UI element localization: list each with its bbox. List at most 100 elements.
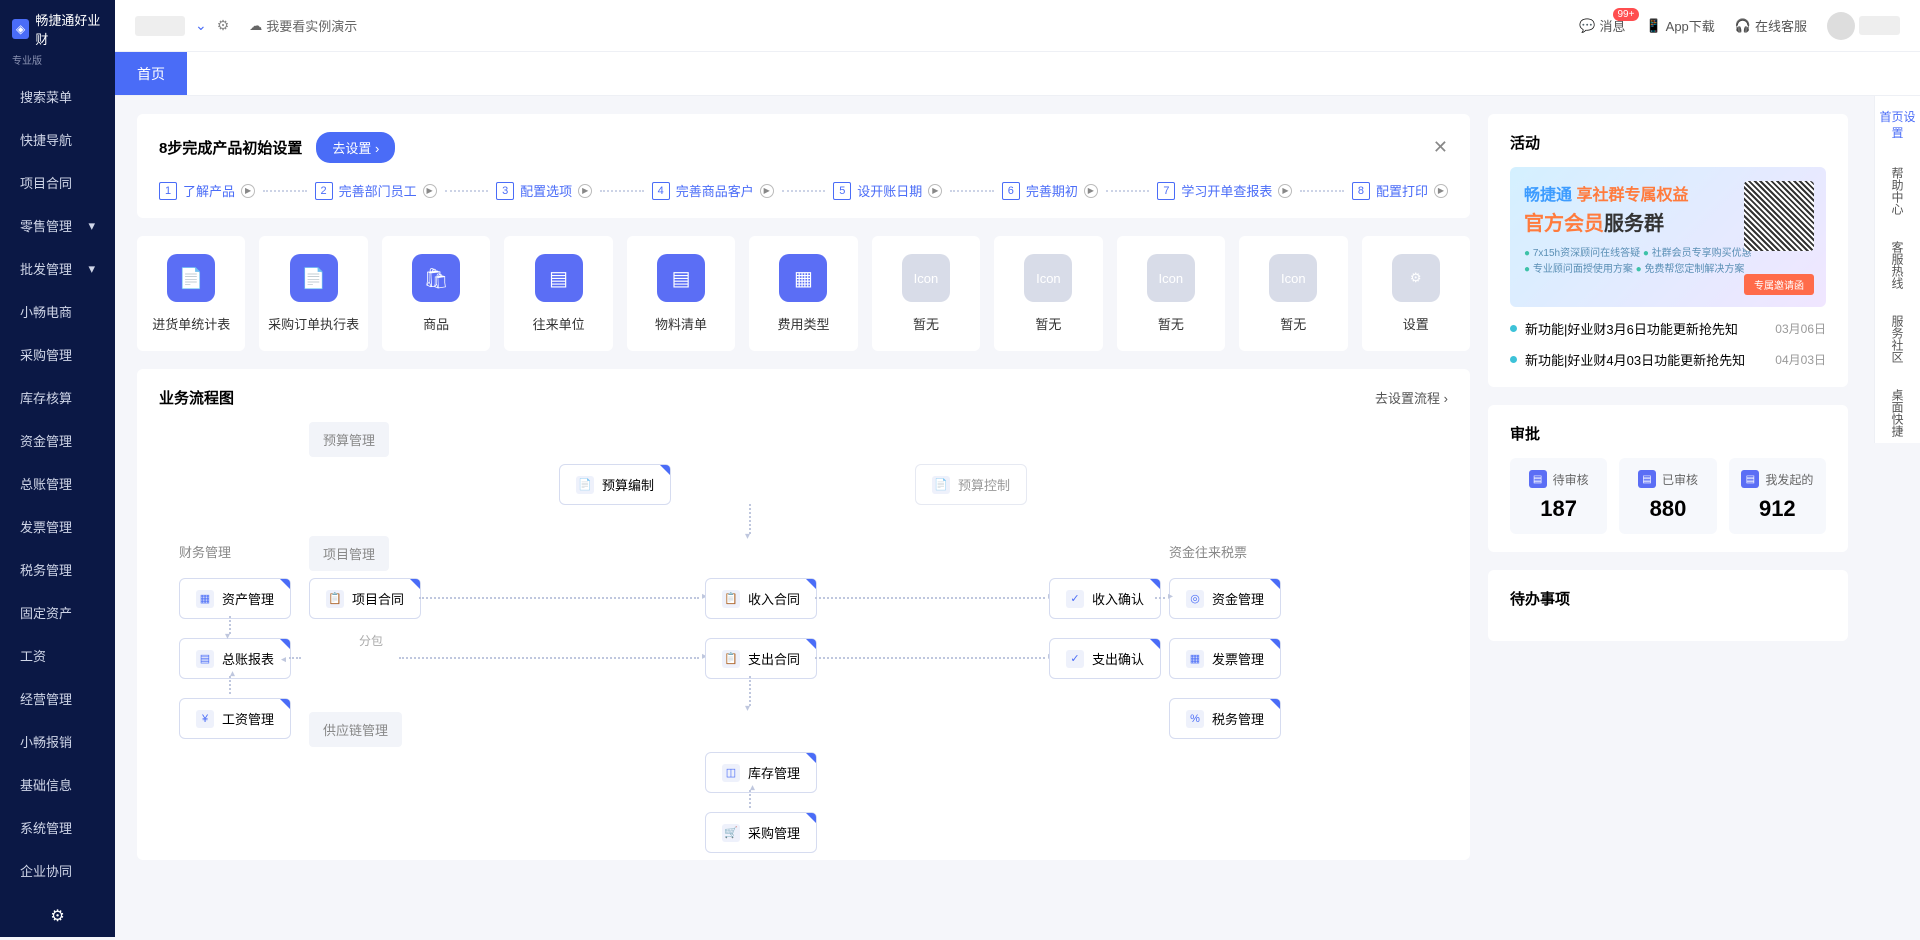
- node-tax[interactable]: %税务管理: [1169, 698, 1281, 739]
- gear-icon[interactable]: ⚙: [217, 17, 230, 34]
- setup-step[interactable]: 6完善期初▶: [1002, 181, 1098, 200]
- setup-step[interactable]: 4完善商品客户▶: [652, 181, 774, 200]
- rail-home-setup[interactable]: 首页设置: [1875, 104, 1920, 147]
- todo-title: 待办事项: [1510, 588, 1826, 609]
- sidebar-item[interactable]: 零售管理▾: [0, 204, 115, 247]
- node-asset[interactable]: ▦资产管理: [179, 578, 291, 619]
- node-budget-ctrl[interactable]: 📄预算控制: [915, 464, 1027, 505]
- flow-config-link[interactable]: 去设置流程 ›: [1375, 388, 1448, 407]
- quick-entry[interactable]: 📄采购订单执行表: [259, 236, 367, 351]
- grid-icon: ▦: [779, 254, 827, 302]
- node-fund[interactable]: ◎资金管理: [1169, 578, 1281, 619]
- demo-link[interactable]: ☁ 我要看实例演示: [249, 16, 357, 35]
- close-icon[interactable]: ✕: [1433, 137, 1448, 158]
- node-income-confirm[interactable]: ✓收入确认: [1049, 578, 1161, 619]
- app-download-button[interactable]: 📱 App下载: [1645, 16, 1714, 35]
- messages-button[interactable]: 💬 消息 99+: [1579, 16, 1625, 35]
- flow-title: 业务流程图: [159, 387, 234, 408]
- sidebar-item[interactable]: 搜索菜单: [0, 75, 115, 118]
- node-ledger[interactable]: ▤总账报表: [179, 638, 291, 679]
- contract-icon: 📋: [722, 590, 740, 608]
- sidebar-settings[interactable]: ⚙: [0, 892, 115, 940]
- coin-icon: ◎: [1186, 590, 1204, 608]
- support-button[interactable]: 🎧 在线客服: [1735, 16, 1807, 35]
- contract-icon: 📋: [326, 590, 344, 608]
- qr-code: [1744, 181, 1814, 251]
- sidebar-item[interactable]: 基础信息: [0, 763, 115, 806]
- sidebar-item[interactable]: 固定资产: [0, 591, 115, 634]
- sidebar-item[interactable]: 经营管理: [0, 677, 115, 720]
- node-expense-confirm[interactable]: ✓支出确认: [1049, 638, 1161, 679]
- quick-entry[interactable]: 📄进货单统计表: [137, 236, 245, 351]
- rail-help[interactable]: 帮助中心: [1889, 161, 1906, 221]
- quick-entry[interactable]: Icon暂无: [872, 236, 980, 351]
- node-project-contract[interactable]: 📋项目合同: [309, 578, 421, 619]
- news-item[interactable]: 新功能|好业财3月6日功能更新抢先知03月06日: [1510, 319, 1826, 338]
- quick-entry[interactable]: 🛍商品: [382, 236, 490, 351]
- todo-card: 待办事项: [1488, 570, 1848, 641]
- sidebar-item[interactable]: 工资: [0, 634, 115, 677]
- sidebar-item[interactable]: 总账管理: [0, 462, 115, 505]
- setup-step[interactable]: 2完善部门员工▶: [315, 181, 437, 200]
- node-budget-make[interactable]: 📄预算编制: [559, 464, 671, 505]
- section-finance: 财务管理: [179, 542, 231, 561]
- rail-desktop[interactable]: 桌面快捷: [1889, 383, 1906, 443]
- doc-icon: 📄: [290, 254, 338, 302]
- sidebar-item[interactable]: 快捷导航: [0, 118, 115, 161]
- setup-step[interactable]: 5设开账日期▶: [833, 181, 942, 200]
- approval-stat[interactable]: ▤已审核880: [1619, 458, 1716, 534]
- sidebar-item[interactable]: 小畅报销: [0, 720, 115, 763]
- quick-entry[interactable]: Icon暂无: [994, 236, 1102, 351]
- sidebar-item[interactable]: 发票管理: [0, 505, 115, 548]
- go-setup-button[interactable]: 去设置 ›: [316, 132, 395, 163]
- sidebar-item[interactable]: 企业协同: [0, 849, 115, 892]
- gear-icon: ⚙: [50, 908, 64, 925]
- sidebar-item[interactable]: 税务管理: [0, 548, 115, 591]
- caret-icon: ▾: [88, 218, 95, 234]
- play-icon: ▶: [578, 184, 592, 198]
- approval-stat[interactable]: ▤我发起的912: [1729, 458, 1826, 534]
- quick-entry[interactable]: ▤往来单位: [504, 236, 612, 351]
- section-funds: 资金往来税票: [1169, 542, 1247, 561]
- sidebar-item[interactable]: 库存核算: [0, 376, 115, 419]
- receipt-icon: ▦: [1186, 650, 1204, 668]
- dot-icon: [1510, 325, 1517, 332]
- approval-title: 审批: [1510, 423, 1826, 444]
- rail-community[interactable]: 服务社区: [1889, 309, 1906, 369]
- node-income-contract[interactable]: 📋收入合同: [705, 578, 817, 619]
- label-subcontract: 分包: [359, 632, 383, 649]
- quick-entry[interactable]: Icon暂无: [1239, 236, 1347, 351]
- node-invoice[interactable]: ▦发票管理: [1169, 638, 1281, 679]
- play-icon: ▶: [1434, 184, 1448, 198]
- sidebar-item[interactable]: 采购管理: [0, 333, 115, 376]
- approval-stat[interactable]: ▤待审核187: [1510, 458, 1607, 534]
- sidebar-item[interactable]: 系统管理: [0, 806, 115, 849]
- org-selector[interactable]: xx ⌄ ⚙: [135, 16, 229, 36]
- doc-icon: 📄: [932, 476, 950, 494]
- quick-entry[interactable]: ▦费用类型: [749, 236, 857, 351]
- setup-step[interactable]: 8配置打印▶: [1352, 181, 1448, 200]
- activity-banner[interactable]: 畅捷通 享社群专属权益 官方会员服务群 7x15h资深顾问在线答疑 社群会员专享…: [1510, 167, 1826, 307]
- check-icon: ✓: [1066, 650, 1084, 668]
- node-salary[interactable]: ¥工资管理: [179, 698, 291, 739]
- sidebar-item[interactable]: 资金管理: [0, 419, 115, 462]
- setup-step[interactable]: 1了解产品▶: [159, 181, 255, 200]
- node-expense-contract[interactable]: 📋支出合同: [705, 638, 817, 679]
- node-purchase[interactable]: 🛒采购管理: [705, 812, 817, 853]
- sidebar-item[interactable]: 项目合同: [0, 161, 115, 204]
- user-menu[interactable]: xx: [1827, 12, 1900, 40]
- setup-step[interactable]: 7学习开单查报表▶: [1157, 181, 1292, 200]
- play-icon: ▶: [423, 184, 437, 198]
- rail-hotline[interactable]: 客服热线: [1889, 235, 1906, 295]
- sidebar-item[interactable]: 小畅电商: [0, 290, 115, 333]
- news-item[interactable]: 新功能|好业财4月03日功能更新抢先知04月03日: [1510, 350, 1826, 369]
- node-inventory[interactable]: ◫库存管理: [705, 752, 817, 793]
- chevron-down-icon: ⌄: [195, 17, 207, 34]
- sidebar: ◈ 畅捷通好业财 专业版 搜索菜单快捷导航项目合同零售管理▾批发管理▾小畅电商采…: [0, 0, 115, 937]
- tab-home[interactable]: 首页: [115, 52, 187, 95]
- quick-entry[interactable]: Icon暂无: [1117, 236, 1225, 351]
- quick-entry[interactable]: ▤物料清单: [627, 236, 735, 351]
- setup-step[interactable]: 3配置选项▶: [496, 181, 592, 200]
- quick-entry[interactable]: ⚙设置: [1362, 236, 1470, 351]
- sidebar-item[interactable]: 批发管理▾: [0, 247, 115, 290]
